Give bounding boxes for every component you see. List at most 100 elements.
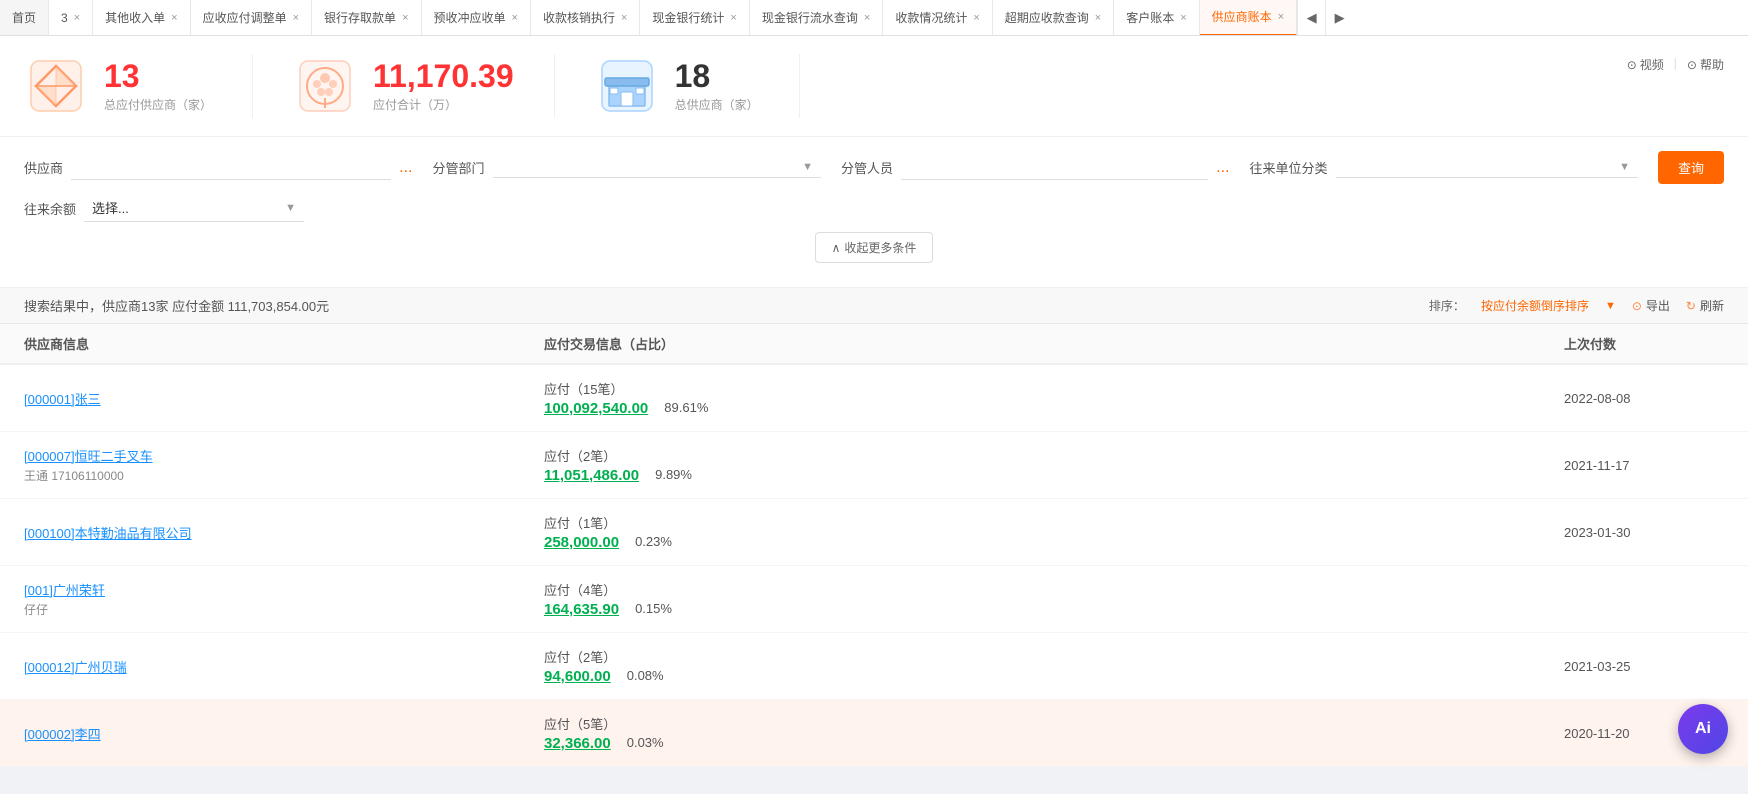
nav-tab-collection-stat-close[interactable]: ×	[973, 12, 979, 24]
dept-dropdown-arrow: ▼	[802, 161, 813, 173]
stat-number-payable: 11,170.39	[373, 60, 514, 92]
balance-select-value: 选择...	[92, 198, 129, 217]
payable-amount-4[interactable]: 94,600.00	[544, 668, 611, 685]
filter-item-balance: 往来余额 选择... ▼	[24, 194, 304, 222]
last-payment-4: 2021-03-25	[1564, 659, 1724, 674]
supplier-info-5: [000002]李四	[24, 724, 544, 743]
supplier-link-3[interactable]: [001]广州荣轩	[24, 580, 544, 599]
export-icon: ⊙	[1632, 299, 1642, 313]
filter-label-supplier: 供应商	[24, 158, 63, 177]
nav-tab-cash-bank-stat-close[interactable]: ×	[730, 12, 736, 24]
collapse-label: 收起更多条件	[844, 239, 916, 256]
nav-tab-customer-book-label: 客户账本	[1126, 9, 1174, 26]
nav-tab-ar-ap-adjust[interactable]: 应收应付调整单 ×	[191, 0, 312, 36]
payable-info-5: 应付（5笔） 32,366.00 0.03%	[544, 714, 1284, 752]
stat-number-total-suppliers: 18	[675, 60, 759, 92]
payable-amount-1[interactable]: 11,051,486.00	[544, 467, 639, 484]
nav-tab-collection-stat-label: 收款情况统计	[895, 9, 967, 26]
nav-tab-payment-verify[interactable]: 收款核销执行 ×	[531, 0, 640, 36]
nav-tab-cash-bank-flow-close[interactable]: ×	[864, 12, 870, 24]
payable-label-5: 应付（5笔）	[544, 714, 1284, 733]
table-row: [000100]本特勤油品有限公司 应付（1笔） 258,000.00 0.23…	[0, 499, 1748, 566]
payable-percent-4: 0.08%	[627, 668, 664, 683]
payable-percent-0: 89.61%	[664, 400, 708, 415]
nav-tab-cash-bank-flow[interactable]: 现金银行流水查询 ×	[750, 0, 883, 36]
help-link[interactable]: ⊙帮助	[1687, 56, 1724, 73]
table-section: 供应商信息 应付交易信息（占比） 上次付数 [000001]张三 应付（15笔）…	[0, 324, 1748, 767]
filter-label-balance: 往来余额	[24, 199, 76, 218]
nav-tab-cash-bank-stat[interactable]: 现金银行统计 ×	[640, 0, 749, 36]
nav-tab-bank-deposit[interactable]: 银行存取款单 ×	[312, 0, 421, 36]
nav-tab-home-label: 首页	[12, 9, 36, 26]
nav-tab-home[interactable]: 首页	[0, 0, 49, 36]
nav-tab-customer-book[interactable]: 客户账本 ×	[1114, 0, 1199, 36]
nav-tab-supplier-book-close[interactable]: ×	[1278, 11, 1284, 23]
collapse-button[interactable]: ∧ 收起更多条件	[815, 232, 934, 263]
supplier-dots[interactable]: ...	[399, 159, 412, 177]
nav-tab-other-income[interactable]: 其他收入单 ×	[93, 0, 190, 36]
result-actions: 排序： 按应付余额倒序排序 ▼ ⊙ 导出 ↻ 刷新	[1429, 297, 1724, 314]
supplier-link-2[interactable]: [000100]本特勤油品有限公司	[24, 523, 544, 542]
table-row: [000002]李四 应付（5笔） 32,366.00 0.03% 2020-1…	[0, 700, 1748, 767]
supplier-info-2: [000100]本特勤油品有限公司	[24, 523, 544, 542]
nav-tab-3[interactable]: 3 ×	[49, 0, 93, 36]
supplier-info-4: [000012]广州贝瑞	[24, 657, 544, 676]
category-select[interactable]: ▼	[1336, 157, 1638, 178]
stat-info-suppliers: 13 总应付供应商（家）	[104, 60, 212, 113]
nav-tab-supplier-book[interactable]: 供应商账本 ×	[1200, 0, 1297, 36]
payable-percent-1: 9.89%	[655, 467, 692, 482]
stat-label-payable: 应付合计（万）	[373, 96, 514, 113]
nav-arrow-right[interactable]: ▶	[1325, 0, 1353, 36]
nav-tab-ar-ap-adjust-close[interactable]: ×	[293, 12, 299, 24]
supplier-link-0[interactable]: [000001]张三	[24, 389, 544, 408]
balance-select[interactable]: 选择... ▼	[84, 194, 304, 222]
payable-info-1: 应付（2笔） 11,051,486.00 9.89%	[544, 446, 1284, 484]
stat-label-total-suppliers: 总供应商（家）	[675, 96, 759, 113]
supplier-input[interactable]	[71, 156, 391, 180]
person-input[interactable]	[901, 156, 1208, 180]
nav-tab-overdue-ar[interactable]: 超期应收款查询 ×	[993, 0, 1114, 36]
sort-value[interactable]: 按应付余额倒序排序	[1481, 297, 1589, 314]
export-button[interactable]: ⊙ 导出	[1632, 297, 1670, 314]
ai-button[interactable]: Ai	[1678, 704, 1728, 754]
nav-tab-customer-book-close[interactable]: ×	[1180, 12, 1186, 24]
store-icon	[595, 54, 659, 118]
stat-section: 13 总应付供应商（家） 11,170.39 应付合计（万）	[0, 36, 1748, 137]
table-header-supplier: 供应商信息	[24, 334, 544, 353]
nav-tab-collection-stat[interactable]: 收款情况统计 ×	[883, 0, 992, 36]
wheat-icon	[293, 54, 357, 118]
filter-item-category: 往来单位分类 ▼	[1250, 157, 1639, 178]
nav-tab-payment-verify-close[interactable]: ×	[621, 12, 627, 24]
payable-label-4: 应付（2笔）	[544, 647, 1284, 666]
last-payment-0: 2022-08-08	[1564, 391, 1724, 406]
nav-tab-3-label: 3	[61, 11, 68, 25]
supplier-info-0: [000001]张三	[24, 389, 544, 408]
nav-tab-advance-ar[interactable]: 预收冲应收单 ×	[422, 0, 531, 36]
nav-tab-ar-ap-adjust-label: 应收应付调整单	[203, 9, 287, 26]
supplier-link-4[interactable]: [000012]广州贝瑞	[24, 657, 544, 676]
video-link[interactable]: ⊙视频	[1627, 56, 1664, 73]
search-button[interactable]: 查询	[1658, 151, 1724, 184]
sort-dropdown-icon: ▼	[1605, 300, 1616, 312]
supplier-link-5[interactable]: [000002]李四	[24, 724, 544, 743]
payable-amount-0[interactable]: 100,092,540.00	[544, 400, 648, 417]
supplier-link-1[interactable]: [000007]恒旺二手叉车	[24, 446, 544, 465]
payable-amount-2[interactable]: 258,000.00	[544, 534, 619, 551]
nav-tab-advance-ar-close[interactable]: ×	[512, 12, 518, 24]
refresh-button[interactable]: ↻ 刷新	[1686, 297, 1724, 314]
filter-item-person: 分管人员 ...	[841, 156, 1230, 180]
top-right-links: ⊙视频 | ⊙帮助	[1627, 56, 1724, 73]
nav-tab-overdue-ar-label: 超期应收款查询	[1005, 9, 1089, 26]
payable-amount-5[interactable]: 32,366.00	[544, 735, 611, 752]
payable-percent-2: 0.23%	[635, 534, 672, 549]
nav-tab-other-income-close[interactable]: ×	[171, 12, 177, 24]
payable-amount-3[interactable]: 164,635.90	[544, 601, 619, 618]
filter-item-dept: 分管部门 ▼	[433, 157, 822, 178]
nav-tab-overdue-ar-close[interactable]: ×	[1095, 12, 1101, 24]
nav-arrow-left[interactable]: ◀	[1297, 0, 1325, 36]
result-summary: 搜索结果中，供应商13家 应付金额 111,703,854.00元	[24, 296, 329, 315]
nav-tab-bank-deposit-close[interactable]: ×	[402, 12, 408, 24]
person-dots[interactable]: ...	[1216, 159, 1229, 177]
nav-tab-3-close[interactable]: ×	[74, 12, 80, 24]
dept-select[interactable]: ▼	[493, 157, 821, 178]
